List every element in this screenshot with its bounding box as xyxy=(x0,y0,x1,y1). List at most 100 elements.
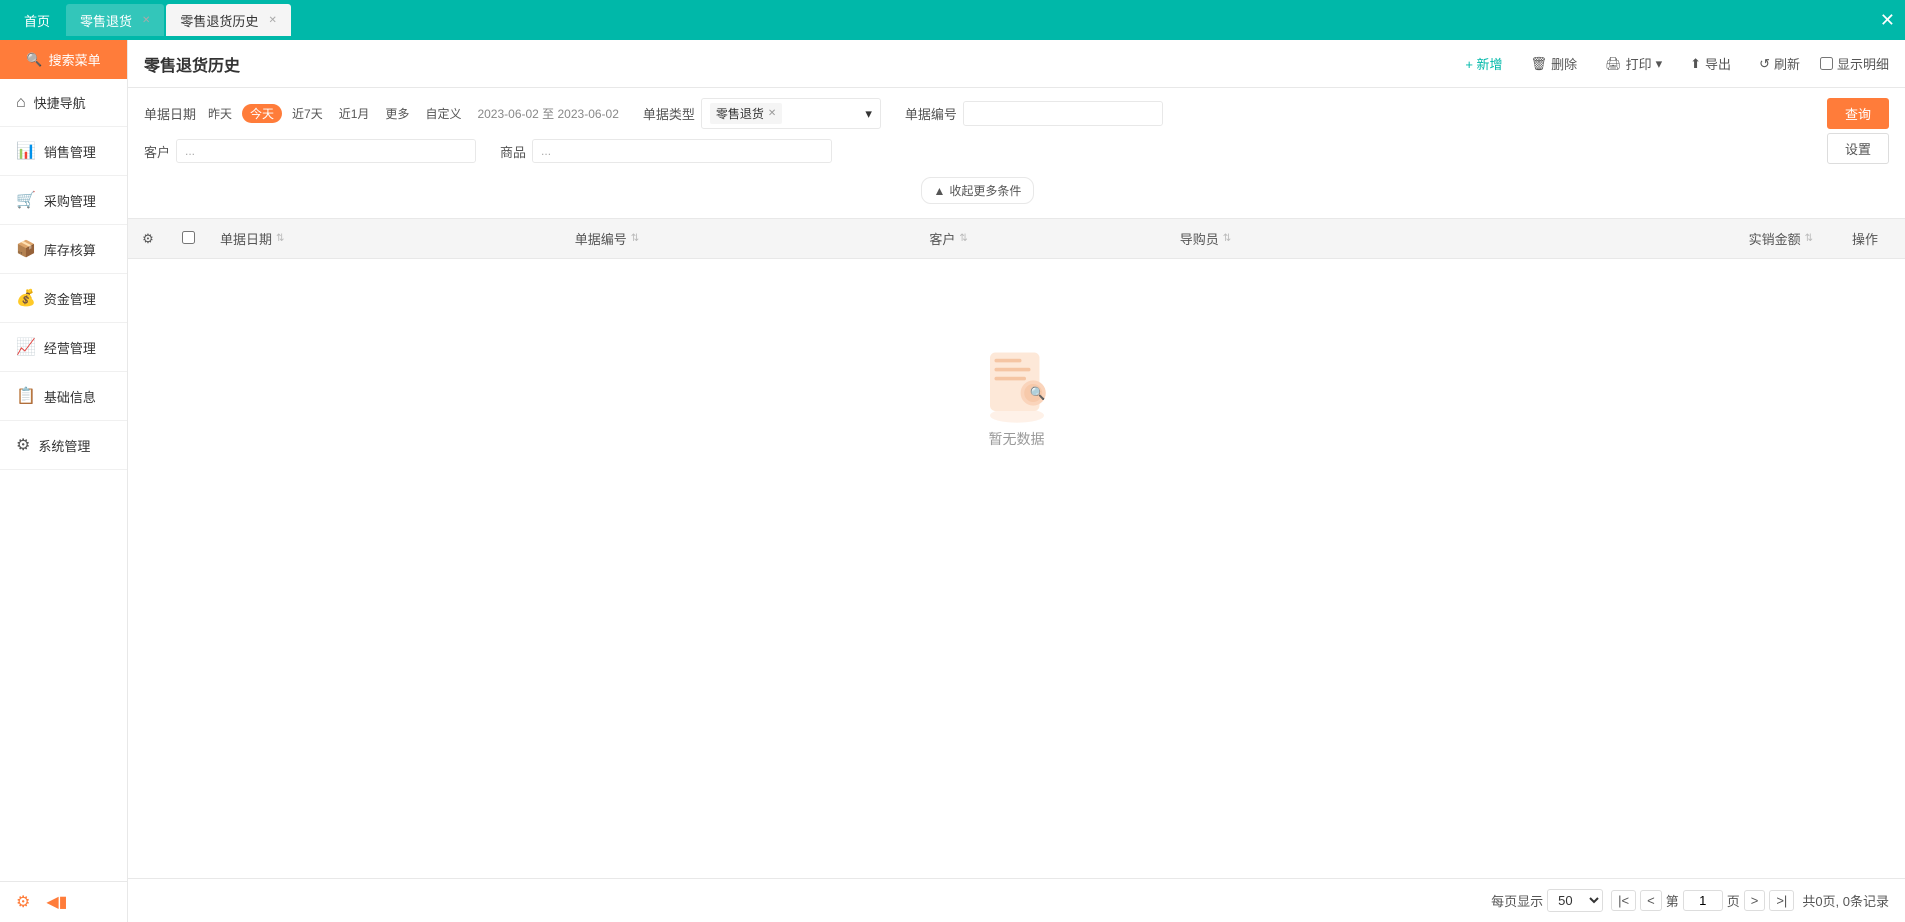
tab-home-label: 首页 xyxy=(24,11,50,30)
goods-select[interactable]: ... xyxy=(532,139,832,163)
type-label: 单据类型 xyxy=(643,104,695,123)
collapse-label: 收起更多条件 xyxy=(949,182,1021,199)
print-icon: 🖨 xyxy=(1605,56,1622,72)
sort-customer-icon[interactable]: ⇅ xyxy=(959,233,967,244)
search-icon: 🔍 xyxy=(26,52,42,68)
empty-icon: 🔍 xyxy=(972,339,1062,429)
th-check xyxy=(168,219,208,259)
per-page-dropdown[interactable]: 50 10 20 100 xyxy=(1547,889,1603,912)
sidebar-item-inventory[interactable]: 📦 库存核算 xyxy=(0,225,127,274)
date-custom-btn[interactable]: 自定义 xyxy=(419,103,467,124)
refresh-button[interactable]: ↺ 刷新 xyxy=(1751,50,1808,77)
type-tag-label: 零售退货 xyxy=(716,105,764,122)
content-area: 零售退货历史 + 新增 🗑 删除 🖨 打印 ▾ ⬆ 导出 ↺ xyxy=(128,40,1905,922)
sidebar-item-management[interactable]: 📈 经营管理 xyxy=(0,323,127,372)
date-range-text: 2023-06-02 至 2023-06-02 xyxy=(477,105,618,122)
new-button[interactable]: + 新增 xyxy=(1457,50,1510,77)
sidebar-item-sales[interactable]: 📊 销售管理 xyxy=(0,127,127,176)
sound-bottom-icon[interactable]: ◀▮ xyxy=(46,892,67,912)
window-close-icon[interactable]: ✕ xyxy=(1880,10,1895,31)
topbar: 首页 零售退货 ✕ 零售退货历史 ✕ ✕ xyxy=(0,0,1905,40)
date-label: 单据日期 xyxy=(144,104,196,123)
sort-date-icon[interactable]: ⇅ xyxy=(276,233,284,244)
system-icon: ⚙ xyxy=(16,435,30,455)
date-1month-btn[interactable]: 近1月 xyxy=(333,103,376,124)
th-amount-label: 实销金额 xyxy=(1749,229,1801,248)
th-settings: ⚙ xyxy=(128,219,168,259)
sort-no-icon[interactable]: ⇅ xyxy=(631,233,639,244)
query-button[interactable]: 查询 xyxy=(1827,98,1889,129)
export-button[interactable]: ⬆ 导出 xyxy=(1682,50,1739,77)
print-label: 打印 xyxy=(1626,54,1652,73)
select-all-checkbox[interactable] xyxy=(182,231,195,244)
date-range-group: 昨天 今天 近7天 近1月 更多 自定义 xyxy=(202,103,467,124)
settings-button[interactable]: 设置 xyxy=(1827,133,1889,164)
date-yesterday-btn[interactable]: 昨天 xyxy=(202,103,238,124)
query-buttons: 查询 设置 xyxy=(1827,98,1889,164)
purchase-icon: 🛒 xyxy=(16,190,36,210)
show-detail-checkbox[interactable] xyxy=(1820,57,1833,70)
export-label: 导出 xyxy=(1705,54,1731,73)
header-actions: + 新增 🗑 删除 🖨 打印 ▾ ⬆ 导出 ↺ 刷新 xyxy=(1457,50,1889,77)
sidebar-item-system[interactable]: ⚙ 系统管理 xyxy=(0,421,127,470)
sidebar-item-label: 采购管理 xyxy=(44,191,96,210)
page-first-btn[interactable]: |< xyxy=(1611,890,1636,911)
tab-retail-return-history[interactable]: 零售退货历史 ✕ xyxy=(166,4,290,36)
column-settings-icon[interactable]: ⚙ xyxy=(142,231,154,246)
collapse-button[interactable]: ▲ 收起更多条件 xyxy=(921,177,1035,204)
svg-text:🔍: 🔍 xyxy=(1029,385,1045,401)
tab-retail-return[interactable]: 零售退货 ✕ xyxy=(66,4,164,36)
delete-button[interactable]: 🗑 删除 xyxy=(1523,50,1586,77)
per-page-label: 每页显示 xyxy=(1491,891,1543,910)
sidebar-bottom: ⚙ ◀▮ xyxy=(0,881,127,922)
page-input[interactable] xyxy=(1683,890,1723,911)
sidebar-item-label: 快捷导航 xyxy=(34,93,86,112)
page-nav: |< < 第 页 > >| xyxy=(1611,890,1794,911)
data-table: ⚙ 单据日期 ⇅ 单据编号 xyxy=(128,219,1905,529)
th-amount: 实销金额 ⇅ xyxy=(1470,219,1825,259)
sidebar-item-label: 资金管理 xyxy=(44,289,96,308)
pagination-bar: 每页显示 50 10 20 100 |< < 第 页 > >| 共0页, 0条记… xyxy=(128,878,1905,922)
tab-retail-return-close[interactable]: ✕ xyxy=(142,15,150,26)
sidebar-item-purchase[interactable]: 🛒 采购管理 xyxy=(0,176,127,225)
th-no-label: 单据编号 xyxy=(575,229,627,248)
type-select-chevron: ▾ xyxy=(865,106,872,122)
sort-guide-icon[interactable]: ⇅ xyxy=(1223,233,1231,244)
filter-row-2: 客户 ... 商品 ... xyxy=(144,139,1811,163)
page-prev-btn[interactable]: < xyxy=(1640,890,1662,911)
sidebar-item-quick-nav[interactable]: ⌂ 快捷导航 xyxy=(0,79,127,127)
export-icon: ⬆ xyxy=(1690,56,1701,72)
th-date: 单据日期 ⇅ xyxy=(208,219,563,259)
sidebar-search[interactable]: 🔍 搜索菜单 xyxy=(0,40,127,79)
date-today-btn[interactable]: 今天 xyxy=(242,104,282,123)
sidebar-item-label: 经营管理 xyxy=(44,338,96,357)
date-more-btn[interactable]: 更多 xyxy=(379,103,415,124)
sort-amount-icon[interactable]: ⇅ xyxy=(1805,233,1813,244)
settings-bottom-icon[interactable]: ⚙ xyxy=(16,892,30,912)
customer-select[interactable]: ... xyxy=(176,139,476,163)
filter-date: 单据日期 昨天 今天 近7天 近1月 更多 自定义 2023-06-02 至 2… xyxy=(144,103,619,124)
refresh-icon: ↺ xyxy=(1759,56,1770,72)
page-label: 第 xyxy=(1666,891,1679,910)
page-next-btn[interactable]: > xyxy=(1744,890,1766,911)
delete-label: 删除 xyxy=(1551,54,1577,73)
docno-label: 单据编号 xyxy=(905,104,957,123)
filter-docno: 单据编号 xyxy=(905,101,1163,126)
filter-type: 单据类型 零售退货 ✕ ▾ xyxy=(643,98,881,129)
sidebar-item-basic-info[interactable]: 📋 基础信息 xyxy=(0,372,127,421)
page-last-btn[interactable]: >| xyxy=(1769,890,1794,911)
print-button[interactable]: 🖨 打印 ▾ xyxy=(1597,50,1670,77)
type-tag-close[interactable]: ✕ xyxy=(768,108,776,119)
tab-home[interactable]: 首页 xyxy=(10,4,64,36)
type-select[interactable]: 零售退货 ✕ ▾ xyxy=(701,98,881,129)
sidebar-item-label: 库存核算 xyxy=(44,240,96,259)
filter-row-1: 单据日期 昨天 今天 近7天 近1月 更多 自定义 2023-06-02 至 2… xyxy=(144,98,1811,129)
show-detail-checkbox-label: 显示明细 xyxy=(1820,54,1889,73)
date-7days-btn[interactable]: 近7天 xyxy=(286,103,329,124)
th-ops-label: 操作 xyxy=(1852,232,1878,247)
sidebar-item-finance[interactable]: 💰 资金管理 xyxy=(0,274,127,323)
sales-icon: 📊 xyxy=(16,141,36,161)
docno-input[interactable] xyxy=(963,101,1163,126)
th-guide-label: 导购员 xyxy=(1180,229,1219,248)
tab-retail-return-history-close[interactable]: ✕ xyxy=(268,15,276,26)
